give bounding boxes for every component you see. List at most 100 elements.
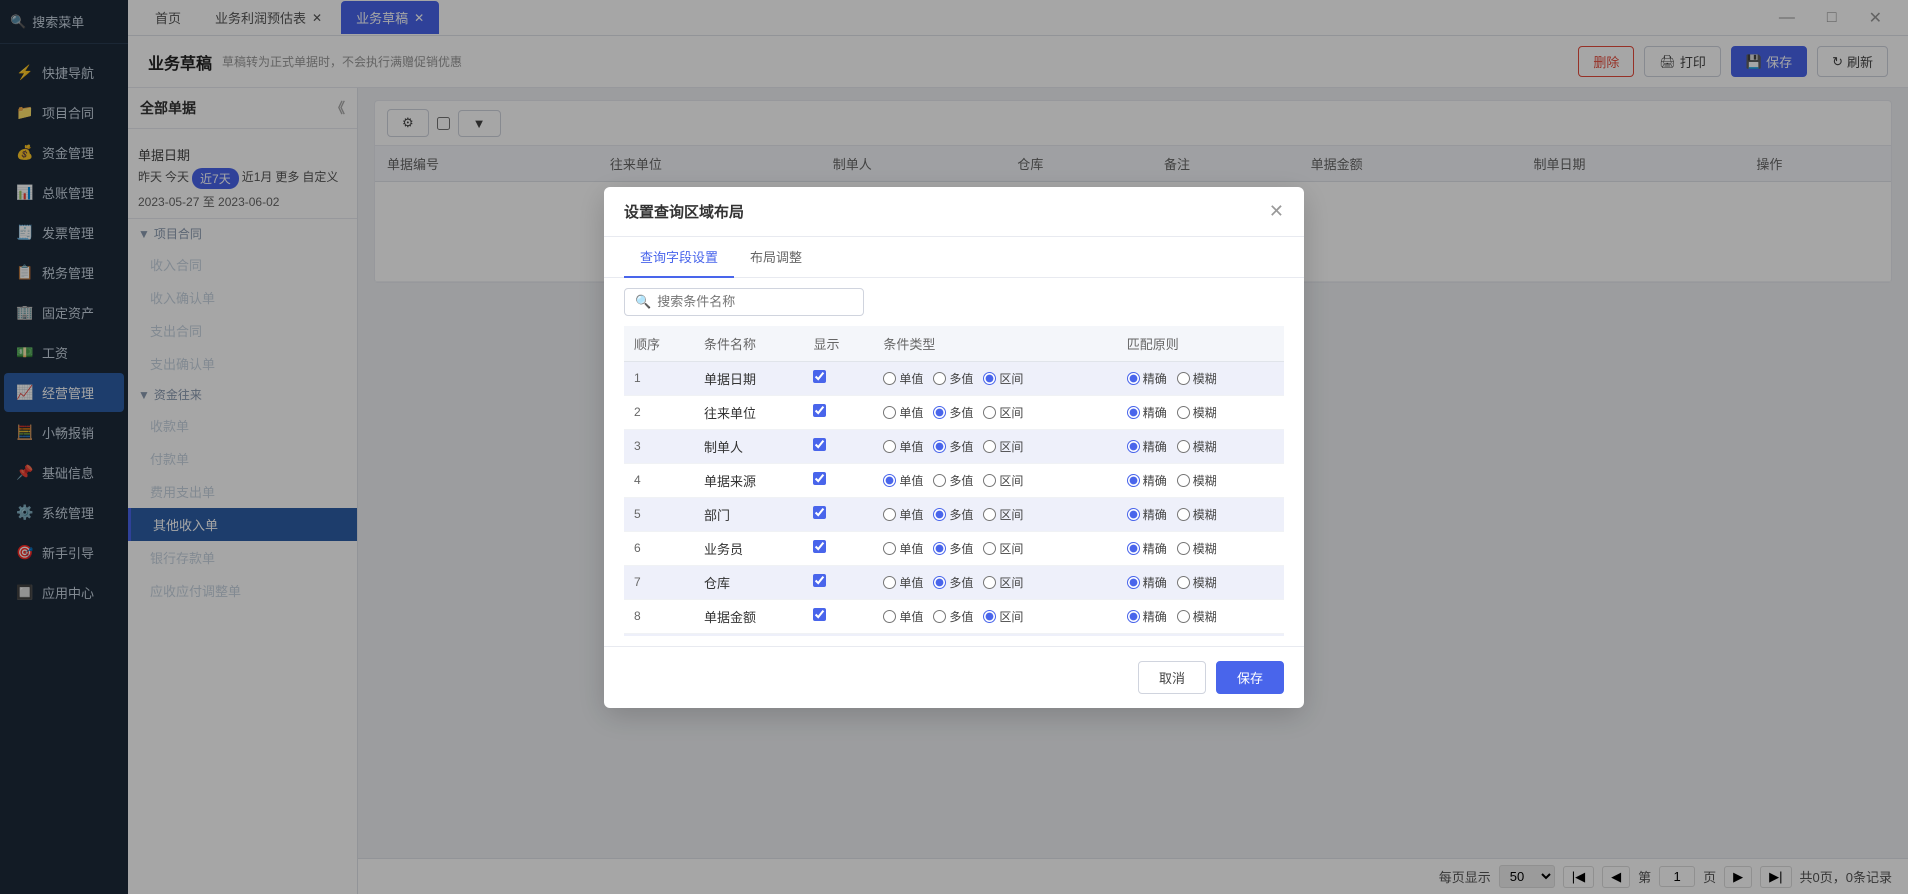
- match-fuzzy-label[interactable]: 模糊: [1177, 540, 1217, 557]
- show-checkbox-label[interactable]: [813, 575, 826, 590]
- match-fuzzy-radio[interactable]: [1177, 542, 1190, 555]
- match-exact-radio[interactable]: [1127, 406, 1140, 419]
- match-exact-label[interactable]: 精确: [1127, 438, 1167, 455]
- match-fuzzy-label[interactable]: 模糊: [1177, 438, 1217, 455]
- type-range-label[interactable]: 区间: [983, 472, 1023, 489]
- match-fuzzy-label[interactable]: 模糊: [1177, 608, 1217, 625]
- match-exact-radio[interactable]: [1127, 610, 1140, 623]
- type-single-label[interactable]: 单值: [883, 608, 923, 625]
- match-fuzzy-radio[interactable]: [1177, 576, 1190, 589]
- row-show-cell[interactable]: [803, 463, 873, 497]
- modal-cancel-btn[interactable]: 取消: [1138, 661, 1206, 694]
- row-show-cell[interactable]: [803, 429, 873, 463]
- match-fuzzy-label[interactable]: 模糊: [1177, 574, 1217, 591]
- type-single-radio[interactable]: [883, 542, 896, 555]
- type-single-label[interactable]: 单值: [883, 472, 923, 489]
- type-range-label[interactable]: 区间: [983, 608, 1023, 625]
- type-multi-label[interactable]: 多值: [933, 472, 973, 489]
- match-exact-label[interactable]: 精确: [1127, 574, 1167, 591]
- row-show-cell[interactable]: [803, 565, 873, 599]
- type-single-label[interactable]: 单值: [883, 540, 923, 557]
- show-checkbox-label[interactable]: [813, 473, 826, 488]
- modal-tab-layout[interactable]: 布局调整: [734, 237, 818, 278]
- type-range-label[interactable]: 区间: [983, 370, 1023, 387]
- type-multi-label[interactable]: 多值: [933, 608, 973, 625]
- type-single-radio[interactable]: [883, 406, 896, 419]
- type-multi-label[interactable]: 多值: [933, 574, 973, 591]
- modal-close-btn[interactable]: ✕: [1269, 201, 1284, 222]
- type-range-radio[interactable]: [983, 440, 996, 453]
- show-checkbox-label[interactable]: [813, 507, 826, 522]
- show-checkbox[interactable]: [813, 472, 826, 485]
- match-fuzzy-radio[interactable]: [1177, 440, 1190, 453]
- match-fuzzy-label[interactable]: 模糊: [1177, 370, 1217, 387]
- match-fuzzy-radio[interactable]: [1177, 372, 1190, 385]
- type-range-radio[interactable]: [983, 406, 996, 419]
- match-fuzzy-label[interactable]: 模糊: [1177, 472, 1217, 489]
- match-exact-radio[interactable]: [1127, 542, 1140, 555]
- type-range-radio[interactable]: [983, 372, 996, 385]
- type-multi-radio[interactable]: [933, 576, 946, 589]
- modal-save-btn[interactable]: 保存: [1216, 661, 1284, 694]
- type-multi-label[interactable]: 多值: [933, 540, 973, 557]
- type-single-label[interactable]: 单值: [883, 574, 923, 591]
- match-fuzzy-radio[interactable]: [1177, 474, 1190, 487]
- type-single-label[interactable]: 单值: [883, 506, 923, 523]
- type-range-radio[interactable]: [983, 474, 996, 487]
- type-multi-radio[interactable]: [933, 508, 946, 521]
- match-exact-label[interactable]: 精确: [1127, 506, 1167, 523]
- type-single-radio[interactable]: [883, 508, 896, 521]
- row-show-cell[interactable]: [803, 633, 873, 636]
- type-multi-label[interactable]: 多值: [933, 404, 973, 421]
- match-fuzzy-label[interactable]: 模糊: [1177, 404, 1217, 421]
- show-checkbox[interactable]: [813, 438, 826, 451]
- type-range-radio[interactable]: [983, 542, 996, 555]
- type-single-label[interactable]: 单值: [883, 404, 923, 421]
- type-range-label[interactable]: 区间: [983, 404, 1023, 421]
- type-single-radio[interactable]: [883, 372, 896, 385]
- type-single-label[interactable]: 单值: [883, 370, 923, 387]
- match-exact-label[interactable]: 精确: [1127, 404, 1167, 421]
- type-range-label[interactable]: 区间: [983, 574, 1023, 591]
- match-exact-radio[interactable]: [1127, 508, 1140, 521]
- type-multi-radio[interactable]: [933, 474, 946, 487]
- type-multi-label[interactable]: 多值: [933, 370, 973, 387]
- type-range-label[interactable]: 区间: [983, 438, 1023, 455]
- type-single-radio[interactable]: [883, 440, 896, 453]
- match-fuzzy-radio[interactable]: [1177, 508, 1190, 521]
- match-exact-radio[interactable]: [1127, 576, 1140, 589]
- type-multi-label[interactable]: 多值: [933, 438, 973, 455]
- type-multi-radio[interactable]: [933, 542, 946, 555]
- match-exact-label[interactable]: 精确: [1127, 370, 1167, 387]
- type-single-radio[interactable]: [883, 474, 896, 487]
- row-show-cell[interactable]: [803, 361, 873, 395]
- show-checkbox[interactable]: [813, 506, 826, 519]
- type-single-label[interactable]: 单值: [883, 438, 923, 455]
- match-exact-label[interactable]: 精确: [1127, 472, 1167, 489]
- match-fuzzy-label[interactable]: 模糊: [1177, 506, 1217, 523]
- match-exact-label[interactable]: 精确: [1127, 608, 1167, 625]
- match-exact-radio[interactable]: [1127, 474, 1140, 487]
- type-multi-label[interactable]: 多值: [933, 506, 973, 523]
- match-exact-radio[interactable]: [1127, 440, 1140, 453]
- match-fuzzy-radio[interactable]: [1177, 406, 1190, 419]
- type-multi-radio[interactable]: [933, 406, 946, 419]
- type-range-radio[interactable]: [983, 576, 996, 589]
- modal-tab-query-fields[interactable]: 查询字段设置: [624, 237, 734, 278]
- row-show-cell[interactable]: [803, 395, 873, 429]
- show-checkbox[interactable]: [813, 404, 826, 417]
- match-exact-radio[interactable]: [1127, 372, 1140, 385]
- type-range-label[interactable]: 区间: [983, 540, 1023, 557]
- type-multi-radio[interactable]: [933, 440, 946, 453]
- show-checkbox[interactable]: [813, 574, 826, 587]
- type-single-radio[interactable]: [883, 610, 896, 623]
- match-fuzzy-radio[interactable]: [1177, 610, 1190, 623]
- modal-search-input[interactable]: [657, 294, 853, 309]
- show-checkbox[interactable]: [813, 608, 826, 621]
- type-range-radio[interactable]: [983, 508, 996, 521]
- show-checkbox[interactable]: [813, 540, 826, 553]
- match-exact-label[interactable]: 精确: [1127, 540, 1167, 557]
- show-checkbox-label[interactable]: [813, 609, 826, 624]
- type-multi-radio[interactable]: [933, 372, 946, 385]
- show-checkbox-label[interactable]: [813, 371, 826, 386]
